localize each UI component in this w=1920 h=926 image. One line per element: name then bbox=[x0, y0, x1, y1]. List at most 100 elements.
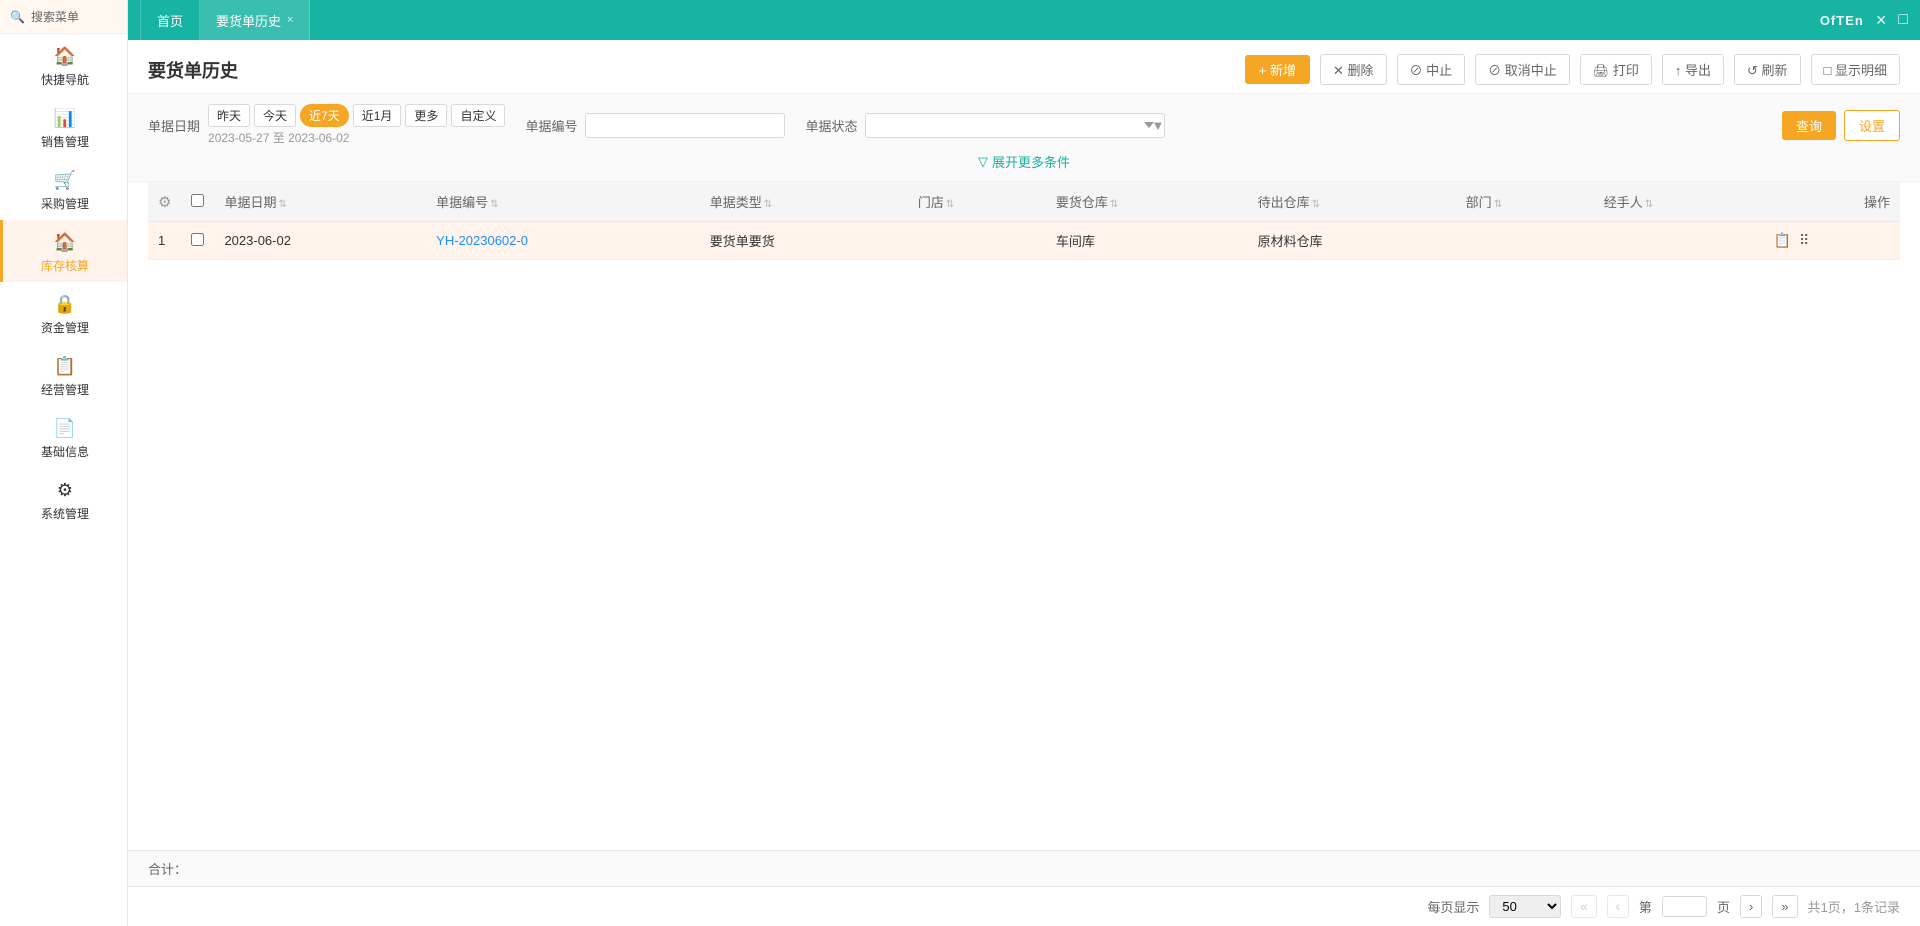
cell-req-wh-0: 车间库 bbox=[1046, 222, 1248, 260]
page-prefix: 第 bbox=[1639, 897, 1652, 916]
th-actions-label: 操作 bbox=[1864, 195, 1890, 210]
query-button[interactable]: 查询 bbox=[1782, 111, 1836, 140]
toolbar: + 新增 ✕ 删除 ⊘ 中止 ⊘ 取消中止 🖨 打印 ↑ 导出 ↺ 刷新 □ 显… bbox=[1245, 54, 1900, 85]
expand-more[interactable]: ▽ 展开更多条件 bbox=[148, 152, 1900, 171]
tab-close-requisition-history[interactable]: × bbox=[287, 14, 293, 26]
th-doc-no-label: 单据编号 bbox=[436, 195, 488, 210]
topbar-maximize-btn[interactable]: □ bbox=[1898, 11, 1908, 29]
new-button[interactable]: + 新增 bbox=[1245, 55, 1310, 84]
table-row: 1 2023-06-02 YH-20230602-0 要货单要货 车间库 原材料… bbox=[148, 222, 1900, 260]
sidebar-item-sales[interactable]: 📊 销售管理 bbox=[0, 96, 127, 158]
cell-actions-0: 📋 ⠿ bbox=[1764, 222, 1900, 260]
sidebar-search-label: 搜索菜单 bbox=[31, 8, 79, 25]
doc-no-link-0[interactable]: YH-20230602-0 bbox=[436, 233, 528, 248]
th-handler-sort-icon[interactable]: ⇅ bbox=[1645, 199, 1653, 210]
page-suffix: 页 bbox=[1717, 897, 1730, 916]
cell-doctype-0: 要货单要货 bbox=[700, 222, 908, 260]
cancel-stop-button[interactable]: ⊘ 取消中止 bbox=[1475, 54, 1570, 85]
tab-label-home: 首页 bbox=[157, 11, 183, 30]
date-btn-custom[interactable]: 自定义 bbox=[451, 104, 505, 127]
th-actions: 操作 bbox=[1764, 182, 1900, 222]
sidebar-label-base-info: 基础信息 bbox=[41, 443, 89, 460]
doc-no-filter-group: 单据编号 bbox=[525, 113, 785, 138]
th-store-sort-icon[interactable]: ⇅ bbox=[946, 199, 954, 210]
filter-bar: 单据日期 昨天今天近7天近1月更多自定义 2023-05-27 至 2023-0… bbox=[128, 94, 1920, 182]
display-detail-button[interactable]: □ 显示明细 bbox=[1811, 54, 1900, 85]
topbar-tab-requisition-history[interactable]: 要货单历史 × bbox=[200, 0, 310, 40]
query-btn-group: 查询 设置 bbox=[1782, 110, 1900, 141]
sidebar-item-quick-nav[interactable]: 🏠 快捷导航 bbox=[0, 34, 127, 96]
th-pending-wh-sort-icon[interactable]: ⇅ bbox=[1312, 199, 1320, 210]
settings-button[interactable]: 设置 bbox=[1844, 110, 1900, 141]
sidebar-label-finance: 资金管理 bbox=[41, 319, 89, 336]
th-pending-wh-label: 待出仓库 bbox=[1258, 195, 1310, 210]
th-settings: ⚙ bbox=[148, 182, 181, 222]
th-doctype-sort-icon[interactable]: ⇅ bbox=[764, 199, 772, 210]
sidebar: 🔍 搜索菜单 🏠 快捷导航📊 销售管理🛒 采购管理🏠 库存核算🔒 资金管理📋 经… bbox=[0, 0, 128, 926]
next-page-btn[interactable]: › bbox=[1740, 895, 1762, 918]
action-more-0[interactable]: ⠿ bbox=[1799, 232, 1809, 249]
row-checkbox-0[interactable] bbox=[191, 233, 204, 246]
sidebar-item-inventory[interactable]: 🏠 库存核算 bbox=[0, 220, 127, 282]
doc-status-select[interactable] bbox=[865, 113, 1165, 138]
first-page-btn[interactable]: « bbox=[1571, 895, 1596, 918]
topbar: 首页要货单历史 × OfTEn × □ bbox=[128, 0, 1920, 40]
per-page-select[interactable]: 102050100 bbox=[1489, 895, 1561, 918]
topbar-close-btn[interactable]: × bbox=[1876, 10, 1887, 31]
th-date-sort-icon[interactable]: ⇅ bbox=[278, 199, 286, 210]
sidebar-item-purchase[interactable]: 🛒 采购管理 bbox=[0, 158, 127, 220]
delete-button[interactable]: ✕ 删除 bbox=[1320, 54, 1387, 85]
th-store-label: 门店 bbox=[918, 195, 944, 210]
base-info-icon: 📄 bbox=[54, 418, 76, 439]
stop-button[interactable]: ⊘ 中止 bbox=[1397, 54, 1466, 85]
expand-more-label: 展开更多条件 bbox=[992, 152, 1070, 171]
select-all-checkbox[interactable] bbox=[191, 194, 204, 207]
th-req-wh-sort-icon[interactable]: ⇅ bbox=[1110, 199, 1118, 210]
quick-nav-icon: 🏠 bbox=[54, 46, 76, 67]
operations-icon: 📋 bbox=[54, 356, 76, 377]
print-button[interactable]: 🖨 打印 bbox=[1580, 54, 1652, 85]
th-store: 门店⇅ bbox=[908, 182, 1046, 222]
topbar-tab-home[interactable]: 首页 bbox=[140, 0, 200, 40]
table-settings-gear[interactable]: ⚙ bbox=[158, 193, 171, 211]
date-btn-more[interactable]: 更多 bbox=[405, 104, 447, 127]
doc-no-input[interactable] bbox=[585, 113, 785, 138]
sidebar-search[interactable]: 🔍 搜索菜单 bbox=[0, 0, 127, 34]
cell-pending-wh-0: 原材料仓库 bbox=[1248, 222, 1456, 260]
th-doc-no: 单据编号⇅ bbox=[426, 182, 700, 222]
sidebar-item-base-info[interactable]: 📄 基础信息 bbox=[0, 406, 127, 468]
export-button[interactable]: ↑ 导出 bbox=[1662, 54, 1724, 85]
th-docno-sort-icon[interactable]: ⇅ bbox=[490, 199, 498, 210]
th-dept-sort-icon[interactable]: ⇅ bbox=[1494, 199, 1502, 210]
action-view-0[interactable]: 📋 bbox=[1774, 232, 1791, 249]
table-header-row: ⚙ 单据日期⇅ 单据编号⇅ 单据类型⇅ 门店⇅ 要货仓库⇅ 待出仓库⇅ 部门⇅ … bbox=[148, 182, 1900, 222]
tab-label-requisition-history: 要货单历史 bbox=[216, 11, 281, 30]
page-title: 要货单历史 bbox=[148, 57, 238, 83]
refresh-button[interactable]: ↺ 刷新 bbox=[1734, 54, 1801, 85]
cell-store-0 bbox=[908, 222, 1046, 260]
date-btn-last1month[interactable]: 近1月 bbox=[353, 104, 402, 127]
search-icon: 🔍 bbox=[10, 10, 25, 24]
filter-row: 单据日期 昨天今天近7天近1月更多自定义 2023-05-27 至 2023-0… bbox=[148, 104, 1900, 146]
date-btn-today[interactable]: 今天 bbox=[254, 104, 296, 127]
current-page-input[interactable]: 1 bbox=[1662, 896, 1707, 917]
content-area: 要货单历史 + 新增 ✕ 删除 ⊘ 中止 ⊘ 取消中止 🖨 打印 ↑ 导出 ↺ … bbox=[128, 40, 1920, 926]
sidebar-item-system[interactable]: ⚙ 系统管理 bbox=[0, 468, 127, 530]
sidebar-item-finance[interactable]: 🔒 资金管理 bbox=[0, 282, 127, 344]
pagination-info: 共1页，1条记录 bbox=[1808, 897, 1900, 916]
cell-index-0: 1 bbox=[148, 222, 181, 260]
date-btn-last7days[interactable]: 近7天 bbox=[300, 104, 349, 127]
th-department: 部门⇅ bbox=[1456, 182, 1594, 222]
sidebar-item-operations[interactable]: 📋 经营管理 bbox=[0, 344, 127, 406]
cell-date-0: 2023-06-02 bbox=[214, 222, 426, 260]
date-buttons-row: 昨天今天近7天近1月更多自定义 bbox=[208, 104, 505, 127]
last-page-btn[interactable]: » bbox=[1772, 895, 1797, 918]
prev-page-btn[interactable]: ‹ bbox=[1607, 895, 1629, 918]
sidebar-label-system: 系统管理 bbox=[41, 505, 89, 522]
sidebar-label-purchase: 采购管理 bbox=[41, 195, 89, 212]
date-btn-yesterday[interactable]: 昨天 bbox=[208, 104, 250, 127]
system-icon: ⚙ bbox=[57, 480, 73, 501]
total-label: 合计： bbox=[148, 862, 187, 877]
topbar-right: OfTEn × □ bbox=[1820, 10, 1908, 31]
cell-checkbox-0 bbox=[181, 222, 214, 260]
